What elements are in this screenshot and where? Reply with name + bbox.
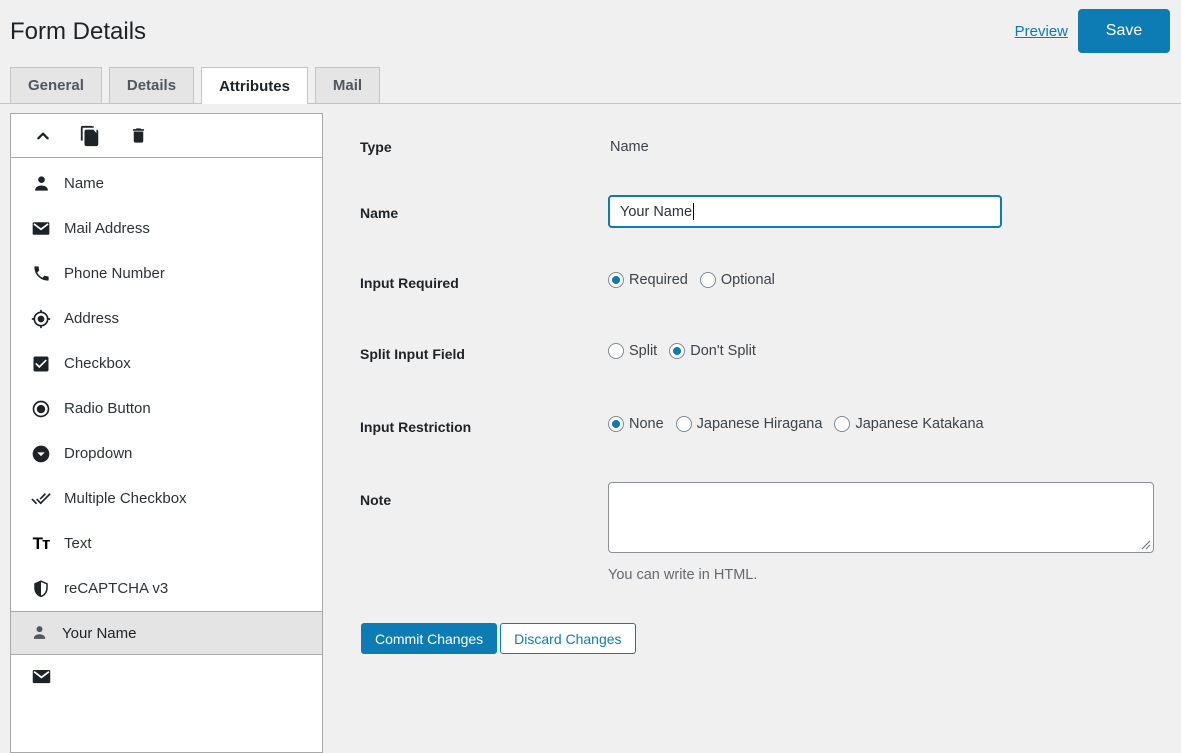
- phone-icon: [31, 264, 51, 284]
- radio-optional[interactable]: Optional: [699, 272, 775, 288]
- split-input-group: Split Don't Split: [608, 343, 756, 359]
- tab-bar: General Details Attributes Mail: [10, 67, 381, 104]
- checkbox-icon: [31, 354, 51, 374]
- commit-changes-button[interactable]: Commit Changes: [361, 623, 498, 654]
- radio-label: Don't Split: [690, 343, 756, 359]
- location-icon: [31, 309, 51, 329]
- input-required-group: Required Optional: [608, 272, 775, 288]
- radio-icon: [608, 272, 624, 288]
- copy-icon: [79, 124, 101, 147]
- page-title: Form Details: [10, 18, 147, 45]
- dropdown-circle-icon: [31, 444, 51, 464]
- shield-icon: [31, 579, 51, 599]
- note-help-text: You can write in HTML.: [608, 567, 758, 583]
- note-label: Note: [360, 492, 392, 508]
- type-label: Type: [360, 139, 392, 155]
- radio-none[interactable]: None: [608, 416, 664, 432]
- field-type-list: Name Mail Address Phone Number Address C…: [11, 158, 322, 611]
- input-restriction-group: None Japanese Hiragana Japanese Katakana: [608, 416, 984, 432]
- tab-attributes[interactable]: Attributes: [201, 67, 308, 104]
- radio-label: Required: [629, 272, 688, 288]
- radio-required[interactable]: Required: [608, 272, 688, 288]
- field-type-multiple-checkbox[interactable]: Multiple Checkbox: [11, 476, 322, 521]
- radio-icon: [31, 399, 51, 419]
- radio-split[interactable]: Split: [608, 343, 657, 359]
- tab-details[interactable]: Details: [108, 67, 195, 103]
- field-type-label: Checkbox: [64, 355, 131, 372]
- input-restriction-label: Input Restriction: [360, 419, 472, 435]
- radio-label: Optional: [720, 272, 775, 288]
- save-button[interactable]: Save: [1078, 9, 1170, 53]
- split-input-label: Split Input Field: [360, 346, 465, 362]
- discard-changes-button[interactable]: Discard Changes: [500, 623, 636, 654]
- field-type-label: Address: [64, 310, 120, 327]
- field-type-checkbox[interactable]: Checkbox: [11, 341, 322, 386]
- field-type-label: Phone Number: [64, 265, 165, 282]
- person-icon: [31, 174, 51, 194]
- input-required-label: Input Required: [360, 275, 459, 291]
- envelope-icon: [31, 219, 51, 239]
- tab-general[interactable]: General: [10, 67, 102, 103]
- name-input-value: Your Name: [620, 203, 693, 220]
- field-type-dropdown[interactable]: Dropdown: [11, 431, 322, 476]
- field-type-mail-address[interactable]: Mail Address: [11, 206, 322, 251]
- person-icon: [31, 624, 49, 642]
- name-input[interactable]: Your Name: [608, 195, 1002, 228]
- radio-icon: [834, 416, 851, 432]
- form-field-your-name[interactable]: Your Name: [11, 611, 322, 655]
- delete-button[interactable]: [129, 126, 148, 145]
- field-type-label: Text: [64, 535, 92, 552]
- preview-link[interactable]: Preview: [1015, 23, 1068, 40]
- field-type-text[interactable]: Tᴛ Text: [11, 521, 322, 566]
- radio-dont-split[interactable]: Don't Split: [669, 343, 756, 359]
- radio-label: Japanese Katakana: [855, 416, 984, 432]
- radio-label: Split: [629, 343, 658, 359]
- duplicate-button[interactable]: [79, 124, 101, 147]
- tab-mail[interactable]: Mail: [314, 67, 381, 103]
- radio-icon: [699, 272, 716, 288]
- selected-field-label: Your Name: [62, 624, 137, 642]
- field-type-label: Name: [64, 175, 105, 192]
- radio-icon: [608, 416, 624, 432]
- field-type-radio-button[interactable]: Radio Button: [11, 386, 322, 431]
- field-list-panel: Name Mail Address Phone Number Address C…: [10, 113, 323, 753]
- radio-label: None: [629, 416, 664, 432]
- field-type-label: reCAPTCHA v3: [64, 580, 169, 597]
- note-textarea[interactable]: [608, 482, 1154, 553]
- text-icon: Tᴛ: [32, 533, 51, 553]
- field-type-label: Dropdown: [64, 445, 133, 462]
- field-type-address[interactable]: Address: [11, 296, 322, 341]
- field-type-label: Radio Button: [64, 400, 151, 417]
- form-actions: Commit Changes Discard Changes: [361, 623, 636, 654]
- radio-icon: [675, 416, 692, 432]
- trash-icon: [129, 126, 148, 145]
- double-check-icon: [31, 489, 51, 509]
- field-type-label: Mail Address: [64, 220, 150, 237]
- radio-label: Japanese Hiragana: [696, 416, 823, 432]
- field-toolbar: [11, 114, 322, 158]
- collapse-button[interactable]: [35, 128, 51, 144]
- chevron-up-icon: [35, 128, 51, 144]
- form-field-partial[interactable]: [11, 655, 322, 700]
- field-type-recaptcha[interactable]: reCAPTCHA v3: [11, 566, 322, 611]
- field-type-phone-number[interactable]: Phone Number: [11, 251, 322, 296]
- radio-japanese-hiragana[interactable]: Japanese Hiragana: [675, 416, 823, 432]
- radio-icon: [669, 343, 686, 359]
- envelope-icon: [31, 666, 51, 686]
- name-label: Name: [360, 205, 399, 221]
- radio-icon: [608, 343, 624, 359]
- type-value: Name: [610, 139, 649, 155]
- field-type-label: Multiple Checkbox: [64, 490, 187, 507]
- field-type-name[interactable]: Name: [11, 161, 322, 206]
- radio-japanese-katakana[interactable]: Japanese Katakana: [834, 416, 984, 432]
- text-cursor: [693, 203, 695, 220]
